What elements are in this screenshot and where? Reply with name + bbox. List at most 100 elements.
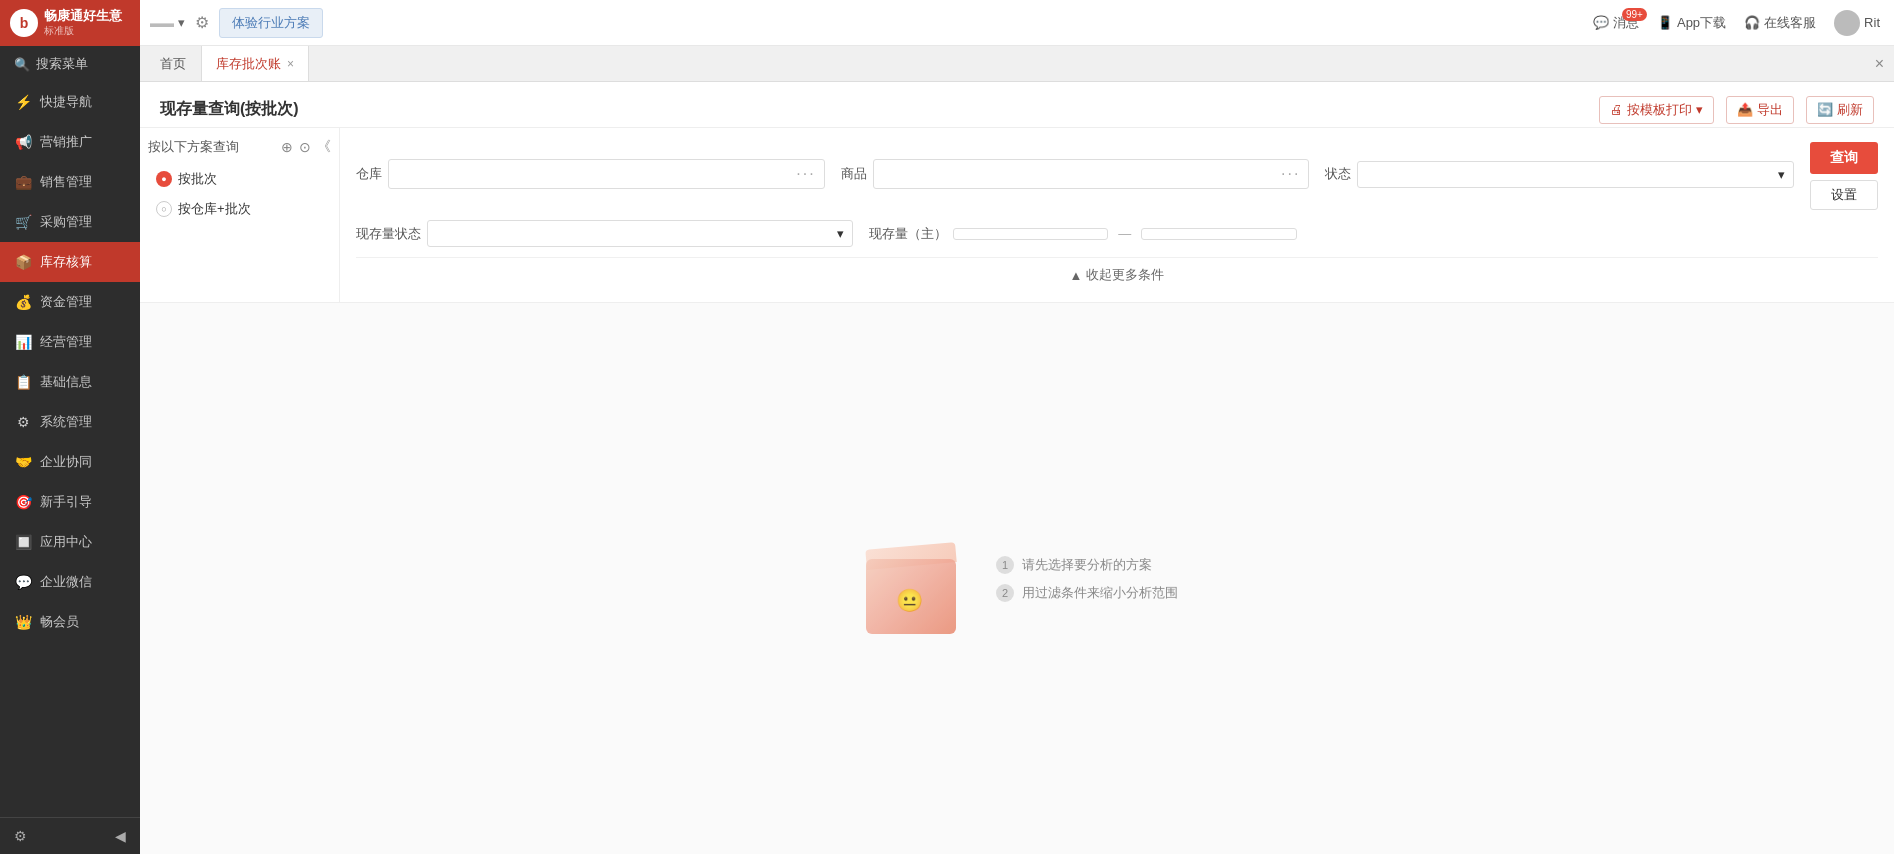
- warehouse-label: 仓库: [356, 165, 382, 183]
- sidebar-logo: b: [10, 9, 38, 37]
- scheme-label-0: 按批次: [178, 170, 217, 188]
- topbar-gear-icon[interactable]: ⚙: [195, 13, 209, 32]
- sidebar-item-9[interactable]: 🤝 企业协同: [0, 442, 140, 482]
- scheme-dot-0: ●: [156, 171, 172, 187]
- empty-tip-2: 2 用过滤条件来缩小分析范围: [996, 584, 1178, 602]
- empty-state: 😐 1 请先选择要分析的方案 2 用过滤条件来缩小分析范围: [140, 303, 1894, 854]
- print-button[interactable]: 🖨 按模板打印 ▾: [1599, 96, 1714, 124]
- refresh-button[interactable]: 🔄 刷新: [1806, 96, 1874, 124]
- sidebar-item-4[interactable]: 📦 库存核算: [0, 242, 140, 282]
- status-select[interactable]: ▾: [1357, 161, 1794, 188]
- scheme-item-0[interactable]: ● 按批次: [148, 164, 331, 194]
- username-label: Rit: [1864, 15, 1880, 30]
- warehouse-input[interactable]: ···: [388, 159, 825, 189]
- scheme-title: 按以下方案查询: [148, 138, 239, 156]
- nav-label-1: 营销推广: [40, 133, 92, 151]
- sidebar-item-7[interactable]: 📋 基础信息: [0, 362, 140, 402]
- sidebar-item-8[interactable]: ⚙ 系统管理: [0, 402, 140, 442]
- sidebar-item-11[interactable]: 🔲 应用中心: [0, 522, 140, 562]
- avatar: [1834, 10, 1860, 36]
- tab-inventory-batch[interactable]: 库存批次账 ×: [201, 46, 309, 81]
- user-avatar-button[interactable]: Rit: [1834, 10, 1880, 36]
- collapse-icon: ▲: [1070, 268, 1083, 283]
- nav-icon-9: 🤝: [14, 453, 32, 471]
- setting-button[interactable]: 设置: [1810, 180, 1878, 210]
- nav-label-11: 应用中心: [40, 533, 92, 551]
- message-badge: 99+: [1622, 8, 1647, 21]
- nav-label-7: 基础信息: [40, 373, 92, 391]
- collapse-label: 收起更多条件: [1086, 266, 1164, 284]
- app-version: 标准版: [44, 24, 122, 38]
- sidebar-item-0[interactable]: ⚡ 快捷导航: [0, 82, 140, 122]
- sidebar-item-12[interactable]: 💬 企业微信: [0, 562, 140, 602]
- empty-tips: 1 请先选择要分析的方案 2 用过滤条件来缩小分析范围: [996, 556, 1178, 602]
- nav-icon-1: 📢: [14, 133, 32, 151]
- sidebar-footer: ⚙ ◀: [0, 817, 140, 854]
- sidebar-item-5[interactable]: 💰 资金管理: [0, 282, 140, 322]
- scheme-dot-1: ○: [156, 201, 172, 217]
- tab-close-icon[interactable]: ×: [287, 57, 294, 71]
- nav-icon-5: 💰: [14, 293, 32, 311]
- settings-icon[interactable]: ⚙: [14, 828, 27, 844]
- empty-tip-1: 1 请先选择要分析的方案: [996, 556, 1178, 574]
- nav-label-5: 资金管理: [40, 293, 92, 311]
- inventory-status-select[interactable]: ▾: [427, 220, 853, 247]
- status-label: 状态: [1325, 165, 1351, 183]
- nav-label-10: 新手引导: [40, 493, 92, 511]
- empty-illustration: 😐: [856, 524, 966, 634]
- nav-icon-13: 👑: [14, 613, 32, 631]
- product-dots-icon: ···: [1281, 165, 1300, 183]
- topbar-dropdown[interactable]: ▬▬ ▾: [150, 15, 185, 30]
- inventory-qty-from-input[interactable]: [953, 228, 1108, 240]
- sidebar-item-1[interactable]: 📢 营销推广: [0, 122, 140, 162]
- collapse-scheme-icon[interactable]: 《: [317, 138, 331, 156]
- sidebar-item-6[interactable]: 📊 经营管理: [0, 322, 140, 362]
- scheme-item-1[interactable]: ○ 按仓库+批次: [148, 194, 331, 224]
- nav-label-0: 快捷导航: [40, 93, 92, 111]
- inventory-status-chevron-icon: ▾: [837, 226, 844, 241]
- nav-icon-3: 🛒: [14, 213, 32, 231]
- nav-label-6: 经营管理: [40, 333, 92, 351]
- product-input[interactable]: ···: [873, 159, 1310, 189]
- online-support-button[interactable]: 🎧 在线客服: [1744, 14, 1816, 32]
- add-scheme-icon[interactable]: ⊕: [281, 139, 293, 155]
- export-button[interactable]: 📤 导出: [1726, 96, 1794, 124]
- nav-label-4: 库存核算: [40, 253, 92, 271]
- tab-home[interactable]: 首页: [146, 46, 201, 81]
- sidebar-header: b 畅康通好生意 标准版: [0, 0, 140, 46]
- warehouse-field: 仓库 ···: [356, 159, 825, 189]
- app-download-label: App下载: [1677, 14, 1726, 32]
- inventory-qty-to-input[interactable]: [1141, 228, 1296, 240]
- experience-button[interactable]: 体验行业方案: [219, 8, 323, 38]
- query-button[interactable]: 查询: [1810, 142, 1878, 174]
- search-icon: 🔍: [14, 57, 30, 72]
- nav-label-3: 采购管理: [40, 213, 92, 231]
- page-title: 现存量查询(按批次): [160, 99, 299, 120]
- main-area: ▬▬ ▾ ⚙ 体验行业方案 💬 消息 99+ 📱 App下载 🎧 在线客服: [140, 0, 1894, 854]
- phone-icon: 📱: [1657, 15, 1673, 30]
- nav-icon-11: 🔲: [14, 533, 32, 551]
- content-area: 现存量查询(按批次) 🖨 按模板打印 ▾ 📤 导出 🔄 刷新: [140, 82, 1894, 854]
- collapse-bar[interactable]: ▲ 收起更多条件: [356, 257, 1878, 292]
- messages-button[interactable]: 💬 消息 99+: [1593, 14, 1639, 32]
- tip-text-2: 用过滤条件来缩小分析范围: [1022, 584, 1178, 602]
- nav-label-13: 畅会员: [40, 613, 79, 631]
- collapse-sidebar-icon[interactable]: ◀: [115, 828, 126, 844]
- panel-close-icon[interactable]: ×: [1875, 55, 1884, 73]
- tip-num-2: 2: [996, 584, 1014, 602]
- settings-scheme-icon[interactable]: ⊙: [299, 139, 311, 155]
- sidebar-item-3[interactable]: 🛒 采购管理: [0, 202, 140, 242]
- tab-inventory-batch-label: 库存批次账: [216, 55, 281, 73]
- nav-icon-2: 💼: [14, 173, 32, 191]
- app-download-button[interactable]: 📱 App下载: [1657, 14, 1726, 32]
- sidebar-search[interactable]: 🔍 搜索菜单: [0, 46, 140, 82]
- export-label: 导出: [1757, 101, 1783, 119]
- sidebar-item-10[interactable]: 🎯 新手引导: [0, 482, 140, 522]
- nav-label-12: 企业微信: [40, 573, 92, 591]
- topbar: ▬▬ ▾ ⚙ 体验行业方案 💬 消息 99+ 📱 App下载 🎧 在线客服: [140, 0, 1894, 46]
- sidebar-item-2[interactable]: 💼 销售管理: [0, 162, 140, 202]
- sidebar-item-13[interactable]: 👑 畅会员: [0, 602, 140, 642]
- filter-row-1: 仓库 ··· 商品 ··· 状态: [356, 138, 1878, 210]
- inventory-qty-label: 现存量（主）: [869, 225, 947, 243]
- nav-icon-7: 📋: [14, 373, 32, 391]
